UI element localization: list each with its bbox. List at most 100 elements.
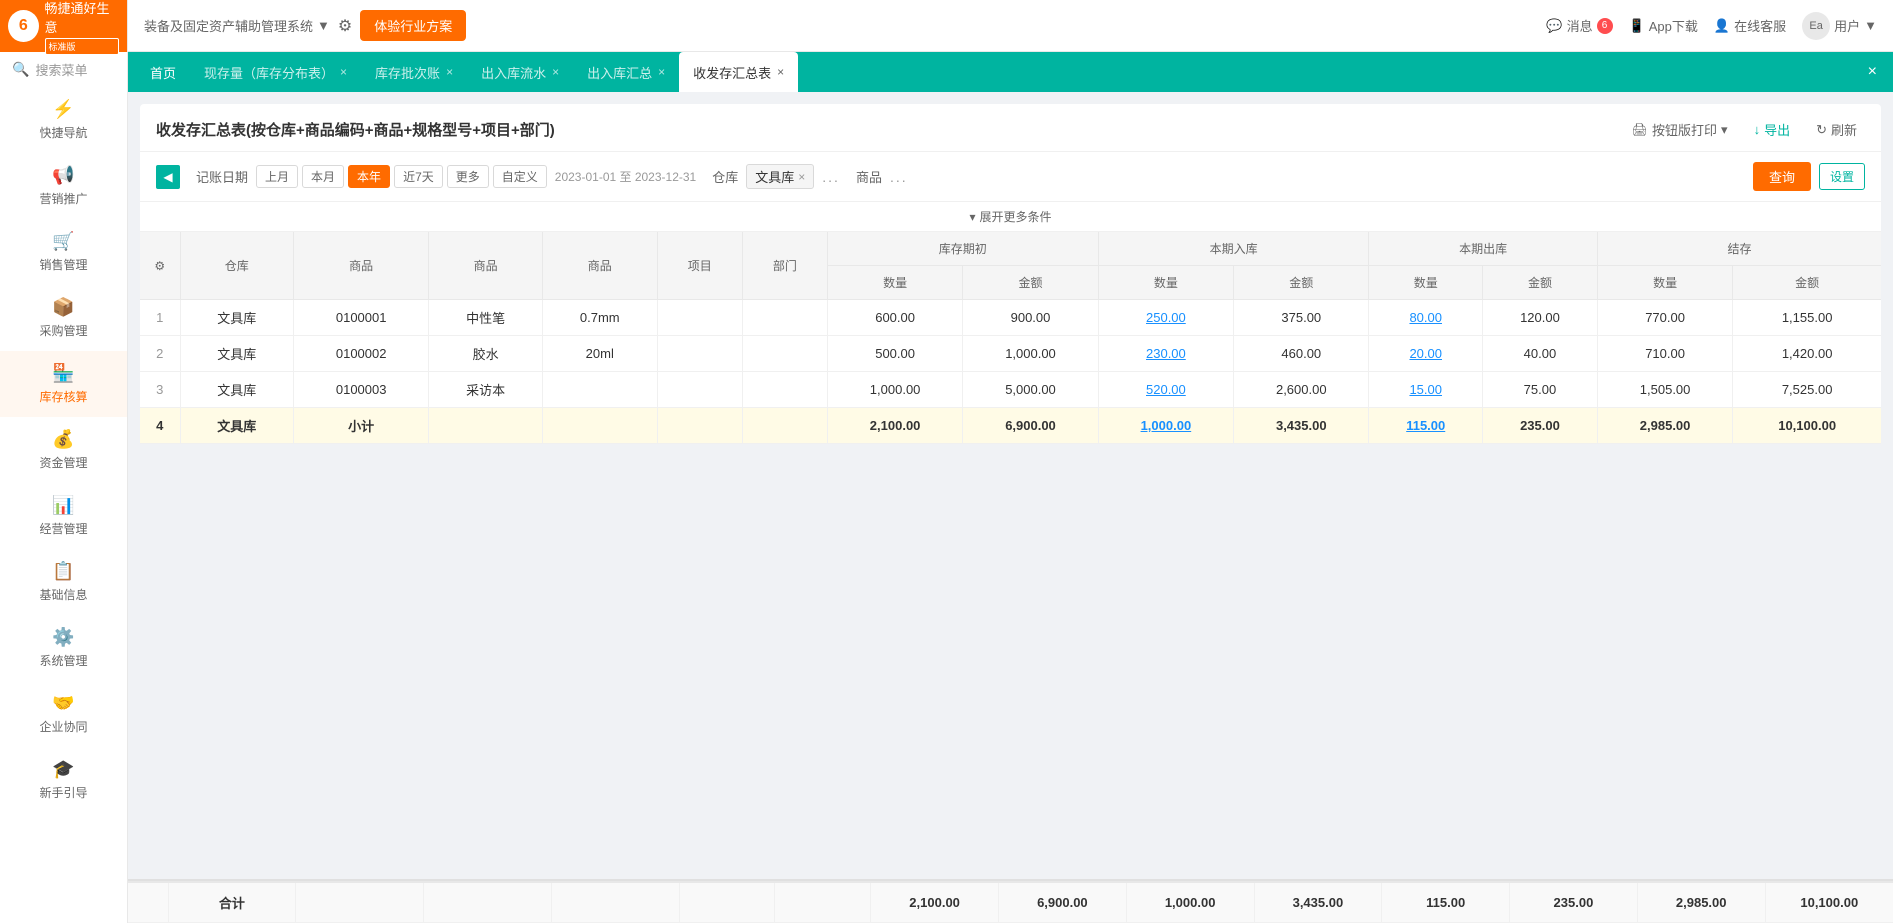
sidebar-item-quick-nav[interactable]: ⚡ 快捷导航 <box>0 87 127 153</box>
row3-outbound-qty[interactable]: 15.00 <box>1369 372 1483 408</box>
expand-conditions-button[interactable]: ▾ 展开更多条件 <box>969 208 1051 225</box>
subtotal-warehouse: 文具库 <box>180 408 293 444</box>
tab-batch-account[interactable]: 库存批次账 × <box>361 52 467 92</box>
total-empty3 <box>424 882 552 923</box>
tab-stock-flow[interactable]: 出入库流水 × <box>467 52 573 92</box>
total-label: 合计 <box>168 882 296 923</box>
gear-icon[interactable]: ⚙ <box>338 16 352 36</box>
sidebar-item-guide[interactable]: 🎓 新手引导 <box>0 747 127 813</box>
setting-button[interactable]: 设置 <box>1819 163 1865 190</box>
row1-outbound-qty[interactable]: 80.00 <box>1369 300 1483 336</box>
online-service-button[interactable]: 👤 在线客服 <box>1714 16 1786 35</box>
date-btn-custom[interactable]: 自定义 <box>493 165 547 188</box>
row2-name: 胶水 <box>429 336 542 372</box>
warehouse-more-button[interactable]: ... <box>822 169 840 185</box>
app-download-button[interactable]: 📱 App下载 <box>1629 16 1698 35</box>
subtotal-empty3 <box>657 408 742 444</box>
row3-closing-amount: 7,525.00 <box>1733 372 1881 408</box>
goods-filter-section: 商品 ... <box>856 167 908 186</box>
th-closing-amount: 金额 <box>1733 266 1881 300</box>
sidebar-item-finance[interactable]: 💰 资金管理 <box>0 417 127 483</box>
sidebar-item-purchase[interactable]: 📦 采购管理 <box>0 285 127 351</box>
date-shortcuts: 上月 本月 本年 近7天 更多 自定义 <box>256 165 547 188</box>
row2-inbound-qty[interactable]: 230.00 <box>1098 336 1233 372</box>
print-chevron-icon: ▾ <box>1721 122 1728 138</box>
warehouse-filter-section: 仓库 文具库 × ... <box>712 164 840 189</box>
row3-project <box>657 372 742 408</box>
date-filter-group: 记账日期 上月 本月 本年 近7天 更多 自定义 2023-01-01 至 20… <box>196 165 696 188</box>
tab-stock-distribution[interactable]: 现存量（库存分布表） × <box>190 52 361 92</box>
row1-inbound-qty[interactable]: 250.00 <box>1098 300 1233 336</box>
page-content: 收发存汇总表(按仓库+商品编码+商品+规格型号+项目+部门) 🖨 按钮版打印 ▾… <box>128 92 1893 923</box>
row1-name: 中性笔 <box>429 300 542 336</box>
finance-icon: 💰 <box>52 429 74 450</box>
th-warehouse: 仓库 <box>180 232 293 300</box>
date-btn-last-month[interactable]: 上月 <box>256 165 298 188</box>
date-btn-more[interactable]: 更多 <box>447 165 489 188</box>
tab-close-stock-summary[interactable]: × <box>658 66 665 78</box>
expand-bar: ▾ 展开更多条件 <box>140 202 1881 232</box>
th-outbound-qty: 数量 <box>1369 266 1483 300</box>
print-button[interactable]: 🖨 按钮版打印 ▾ <box>1624 116 1736 143</box>
trial-button[interactable]: 体验行业方案 <box>360 10 466 41</box>
sidebar-item-inventory[interactable]: 🏪 库存核算 <box>0 351 127 417</box>
system-title[interactable]: 装备及固定资产辅助管理系统 ▼ <box>144 16 330 35</box>
export-button[interactable]: ↓ 导出 <box>1746 116 1799 143</box>
subtotal-empty2 <box>542 408 657 444</box>
sidebar-item-operations[interactable]: 📊 经营管理 <box>0 483 127 549</box>
row1-spec: 0.7mm <box>542 300 657 336</box>
sidebar-nav: ⚡ 快捷导航 📢 营销推广 🛒 销售管理 📦 采购管理 🏪 库存核算 💰 <box>0 87 127 923</box>
date-label: 记账日期 <box>196 167 248 186</box>
date-btn-7-days[interactable]: 近7天 <box>394 165 443 188</box>
sidebar-item-system[interactable]: ⚙️ 系统管理 <box>0 615 127 681</box>
table-settings-icon[interactable]: ⚙ <box>140 232 180 300</box>
subtotal-inbound-qty[interactable]: 1,000.00 <box>1098 408 1233 444</box>
message-button[interactable]: 💬 消息 6 <box>1546 16 1612 35</box>
subtotal-opening-qty: 2,100.00 <box>827 408 962 444</box>
row1-inbound-amount: 375.00 <box>1234 300 1369 336</box>
sidebar-item-sales[interactable]: 🛒 销售管理 <box>0 219 127 285</box>
subtotal-outbound-qty[interactable]: 115.00 <box>1369 408 1483 444</box>
tab-home[interactable]: 首页 <box>136 52 190 92</box>
goods-more-button[interactable]: ... <box>890 169 908 185</box>
tab-stock-summary[interactable]: 出入库汇总 × <box>573 52 679 92</box>
row1-project <box>657 300 742 336</box>
main-content: 装备及固定资产辅助管理系统 ▼ ⚙ 体验行业方案 💬 消息 6 📱 App下载 … <box>128 0 1893 923</box>
user-menu[interactable]: Ea 用户 ▼ <box>1802 12 1877 40</box>
total-row: 合计 2,100.00 6,900.00 1,000.00 3,435.00 1… <box>128 882 1893 923</box>
total-closing-qty: 2,985.00 <box>1637 882 1765 923</box>
subtotal-label: 小计 <box>293 408 428 444</box>
tab-close-batch-account[interactable]: × <box>446 66 453 78</box>
total-closing-amount: 10,100.00 <box>1765 882 1893 923</box>
tab-bar-close-button[interactable]: × <box>1860 63 1885 81</box>
sidebar-item-basic-info[interactable]: 📋 基础信息 <box>0 549 127 615</box>
sidebar-item-marketing[interactable]: 📢 营销推广 <box>0 153 127 219</box>
message-icon: 💬 <box>1546 18 1562 34</box>
refresh-button[interactable]: ↻ 刷新 <box>1808 116 1865 143</box>
tab-close-stock-flow[interactable]: × <box>552 66 559 78</box>
tab-recv-send-summary[interactable]: 收发存汇总表 × <box>679 52 798 92</box>
title-actions: 🖨 按钮版打印 ▾ ↓ 导出 ↻ 刷新 <box>1624 116 1866 143</box>
th-inbound-amount: 金额 <box>1234 266 1369 300</box>
row3-inbound-qty[interactable]: 520.00 <box>1098 372 1233 408</box>
sidebar-item-enterprise[interactable]: 🤝 企业协同 <box>0 681 127 747</box>
search-menu[interactable]: 🔍 搜索菜单 <box>0 52 127 87</box>
row3-opening-amount: 5,000.00 <box>963 372 1098 408</box>
th-outbound-amount: 金额 <box>1483 266 1598 300</box>
subtotal-opening-amount: 6,900.00 <box>963 408 1098 444</box>
query-button[interactable]: 查询 <box>1753 162 1811 191</box>
warehouse-tag-close[interactable]: × <box>798 170 805 184</box>
filter-collapse-button[interactable]: ◀ <box>156 165 180 189</box>
row2-outbound-qty[interactable]: 20.00 <box>1369 336 1483 372</box>
tab-close-recv-send-summary[interactable]: × <box>777 66 784 78</box>
th-spec: 商品 <box>542 232 657 300</box>
th-closing-qty: 数量 <box>1597 266 1732 300</box>
warehouse-tag[interactable]: 文具库 × <box>746 164 814 189</box>
table-row: 1 文具库 0100001 中性笔 0.7mm 600.00 900.00 25… <box>140 300 1881 336</box>
date-btn-this-month[interactable]: 本月 <box>302 165 344 188</box>
th-name: 商品 <box>429 232 542 300</box>
basic-info-icon: 📋 <box>52 561 74 582</box>
subtotal-num: 4 <box>140 408 180 444</box>
date-btn-this-year[interactable]: 本年 <box>348 165 390 188</box>
tab-close-stock-distribution[interactable]: × <box>340 66 347 78</box>
